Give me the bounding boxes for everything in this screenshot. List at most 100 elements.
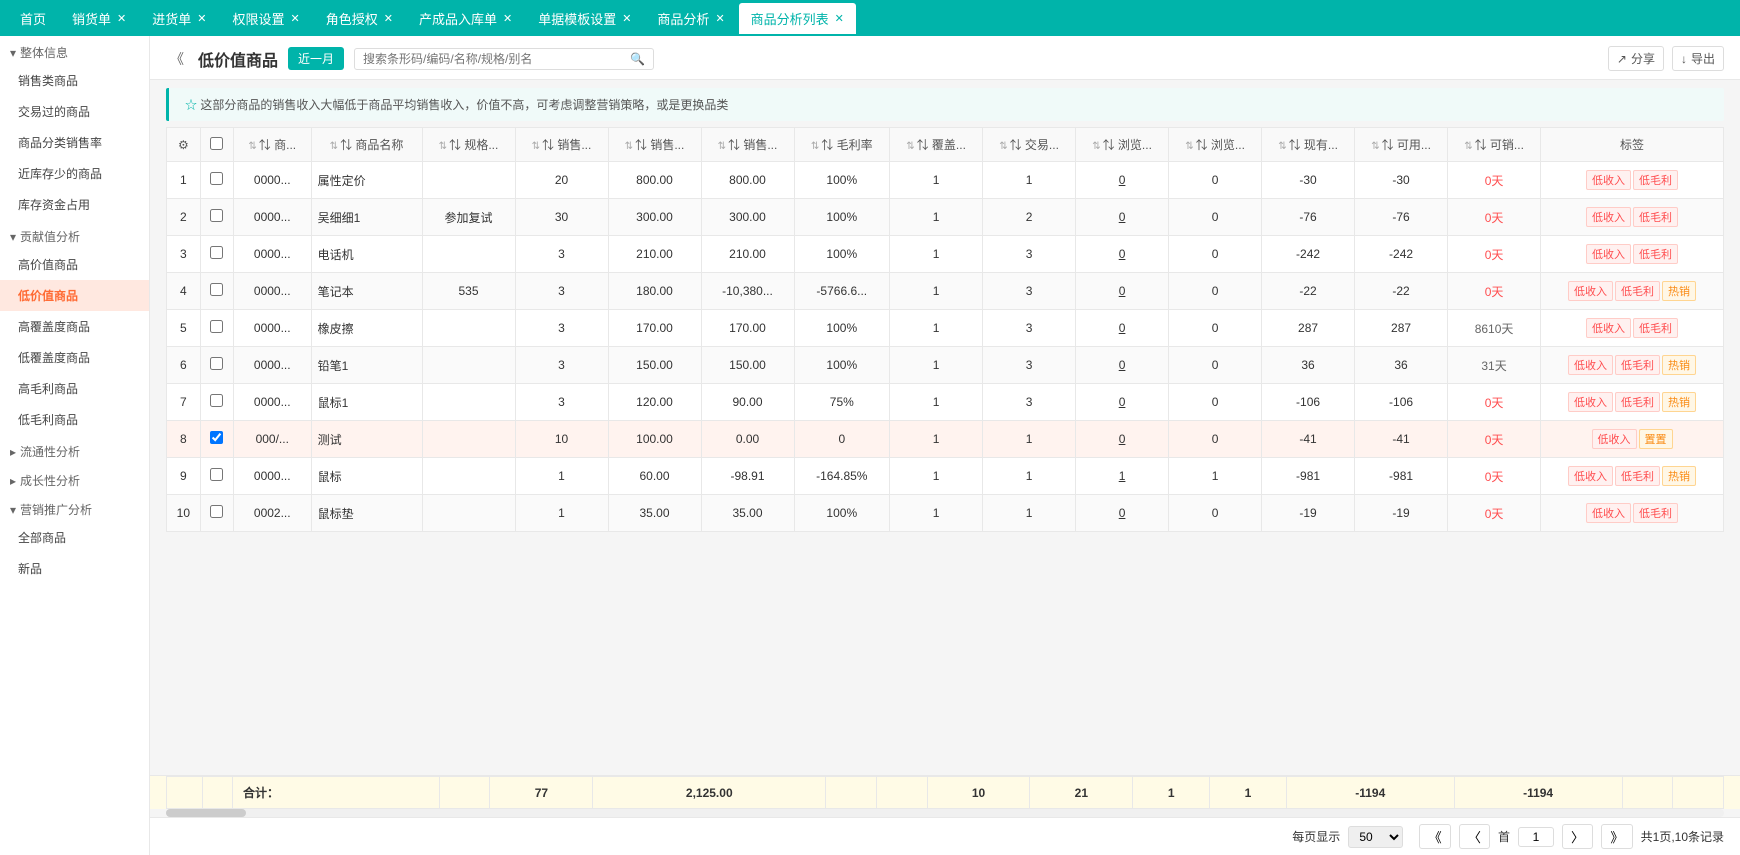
page-number-input[interactable] (1518, 827, 1554, 847)
sidebar-item-category-rate[interactable]: 商品分类销售率 (0, 127, 149, 158)
next-page-button[interactable]: 〉 (1562, 824, 1593, 849)
row-checkbox[interactable] (210, 468, 223, 481)
search-input[interactable] (363, 52, 630, 66)
sidebar-item-low-value[interactable]: 低价值商品 (0, 280, 149, 311)
row-checkbox[interactable] (210, 246, 223, 259)
row-view1[interactable]: 0 (1076, 495, 1169, 532)
share-button[interactable]: ↗ 分享 (1608, 46, 1664, 71)
row-checkbox[interactable] (210, 394, 223, 407)
scrollbar-thumb[interactable] (166, 809, 246, 817)
row-checkbox-cell[interactable] (200, 458, 233, 495)
th-spec[interactable]: ⇅ 规格... (422, 128, 515, 162)
row-view1[interactable]: 0 (1076, 384, 1169, 421)
nav-template-settings[interactable]: 单据模板设置 ✕ (526, 3, 643, 34)
view1-link[interactable]: 0 (1119, 210, 1126, 224)
sidebar-item-low-coverage[interactable]: 低覆盖度商品 (0, 342, 149, 373)
sidebar-item-new-products[interactable]: 新品 (0, 553, 149, 584)
nav-close-analysis-list[interactable]: ✕ (835, 12, 844, 25)
view1-link[interactable]: 1 (1119, 469, 1126, 483)
nav-role-auth[interactable]: 角色授权 ✕ (314, 3, 405, 34)
view1-link[interactable]: 0 (1119, 358, 1126, 372)
row-checkbox-cell[interactable] (200, 199, 233, 236)
search-icon[interactable]: 🔍 (630, 52, 645, 66)
row-checkbox-cell[interactable] (200, 495, 233, 532)
export-button[interactable]: ↓ 导出 (1672, 46, 1724, 71)
sidebar-item-low-margin[interactable]: 低毛利商品 (0, 404, 149, 435)
sidebar-item-traded-products[interactable]: 交易过的商品 (0, 96, 149, 127)
prev-page-button[interactable]: 〈 (1459, 824, 1490, 849)
row-view1[interactable]: 0 (1076, 310, 1169, 347)
sidebar-item-high-coverage[interactable]: 高覆盖度商品 (0, 311, 149, 342)
th-name[interactable]: ⇅ 商品名称 (311, 128, 422, 162)
sidebar-section-circulation[interactable]: ▸ 流通性分析 (0, 435, 149, 464)
th-view1[interactable]: ⇅ 浏览... (1076, 128, 1169, 162)
nav-purchase-order[interactable]: 进货单 ✕ (140, 3, 218, 34)
row-checkbox-cell[interactable] (200, 162, 233, 199)
nav-close-permission[interactable]: ✕ (291, 12, 300, 25)
row-checkbox[interactable] (210, 172, 223, 185)
row-checkbox-cell[interactable] (200, 421, 233, 458)
th-settings[interactable]: ⚙ (167, 128, 201, 162)
view1-link[interactable]: 0 (1119, 321, 1126, 335)
select-all-checkbox[interactable] (210, 137, 223, 150)
row-view1[interactable]: 0 (1076, 199, 1169, 236)
view1-link[interactable]: 0 (1119, 247, 1126, 261)
th-sales-price[interactable]: ⇅ 销售... (701, 128, 794, 162)
row-view1[interactable]: 0 (1076, 273, 1169, 310)
th-view2[interactable]: ⇅ 浏览... (1169, 128, 1262, 162)
nav-home[interactable]: 首页 (8, 3, 58, 34)
th-gross-rate[interactable]: ⇅ 毛利率 (794, 128, 890, 162)
nav-sales-order[interactable]: 销货单 ✕ (60, 3, 138, 34)
view1-link[interactable]: 0 (1119, 173, 1126, 187)
row-checkbox[interactable] (210, 505, 223, 518)
th-coverage[interactable]: ⇅ 覆盖... (890, 128, 983, 162)
row-checkbox-cell[interactable] (200, 236, 233, 273)
row-view1[interactable]: 0 (1076, 162, 1169, 199)
date-filter-button[interactable]: 近一月 (288, 47, 344, 70)
nav-close-analysis[interactable]: ✕ (715, 12, 724, 25)
row-view1[interactable]: 0 (1076, 347, 1169, 384)
row-checkbox-cell[interactable] (200, 273, 233, 310)
th-code[interactable]: ⇅ 商... (233, 128, 311, 162)
row-checkbox-cell[interactable] (200, 384, 233, 421)
nav-product-analysis-list[interactable]: 商品分析列表 ✕ (739, 3, 856, 34)
per-page-select[interactable]: 50 100 200 (1348, 826, 1403, 848)
th-trade[interactable]: ⇅ 交易... (983, 128, 1076, 162)
nav-product-inbound[interactable]: 产成品入库单 ✕ (407, 3, 524, 34)
last-page-button[interactable]: 》 (1601, 824, 1632, 849)
row-checkbox[interactable] (210, 283, 223, 296)
row-view1[interactable]: 1 (1076, 458, 1169, 495)
th-available[interactable]: ⇅ 可用... (1355, 128, 1448, 162)
sidebar-item-all-products[interactable]: 全部商品 (0, 522, 149, 553)
row-checkbox[interactable] (210, 320, 223, 333)
row-checkbox-cell[interactable] (200, 347, 233, 384)
nav-close-inbound[interactable]: ✕ (503, 12, 512, 25)
nav-close-sales[interactable]: ✕ (117, 12, 126, 25)
sidebar-item-sales-products[interactable]: 销售类商品 (0, 65, 149, 96)
th-sellable[interactable]: ⇅ 可销... (1448, 128, 1541, 162)
nav-permission[interactable]: 权限设置 ✕ (220, 3, 311, 34)
nav-product-analysis[interactable]: 商品分析 ✕ (645, 3, 736, 34)
nav-close-role[interactable]: ✕ (384, 12, 393, 25)
sidebar-section-growth[interactable]: ▸ 成长性分析 (0, 464, 149, 493)
row-checkbox[interactable] (210, 431, 223, 444)
row-view1[interactable]: 0 (1076, 421, 1169, 458)
view1-link[interactable]: 0 (1119, 432, 1126, 446)
view1-link[interactable]: 0 (1119, 506, 1126, 520)
sidebar-item-high-value[interactable]: 高价值商品 (0, 249, 149, 280)
th-checkbox[interactable] (200, 128, 233, 162)
horizontal-scrollbar[interactable] (166, 809, 1724, 817)
nav-close-template[interactable]: ✕ (622, 12, 631, 25)
nav-close-purchase[interactable]: ✕ (197, 12, 206, 25)
sidebar-section-overview[interactable]: ▾ 整体信息 (0, 36, 149, 65)
row-checkbox[interactable] (210, 357, 223, 370)
sidebar-item-stock-capital[interactable]: 库存资金占用 (0, 189, 149, 220)
row-checkbox-cell[interactable] (200, 310, 233, 347)
th-current[interactable]: ⇅ 现有... (1262, 128, 1355, 162)
sidebar-item-low-stock[interactable]: 近库存少的商品 (0, 158, 149, 189)
row-checkbox[interactable] (210, 209, 223, 222)
view1-link[interactable]: 0 (1119, 395, 1126, 409)
row-view1[interactable]: 0 (1076, 236, 1169, 273)
sidebar-section-marketing[interactable]: ▾ 营销推广分析 (0, 493, 149, 522)
th-sales-amount[interactable]: ⇅ 销售... (608, 128, 701, 162)
